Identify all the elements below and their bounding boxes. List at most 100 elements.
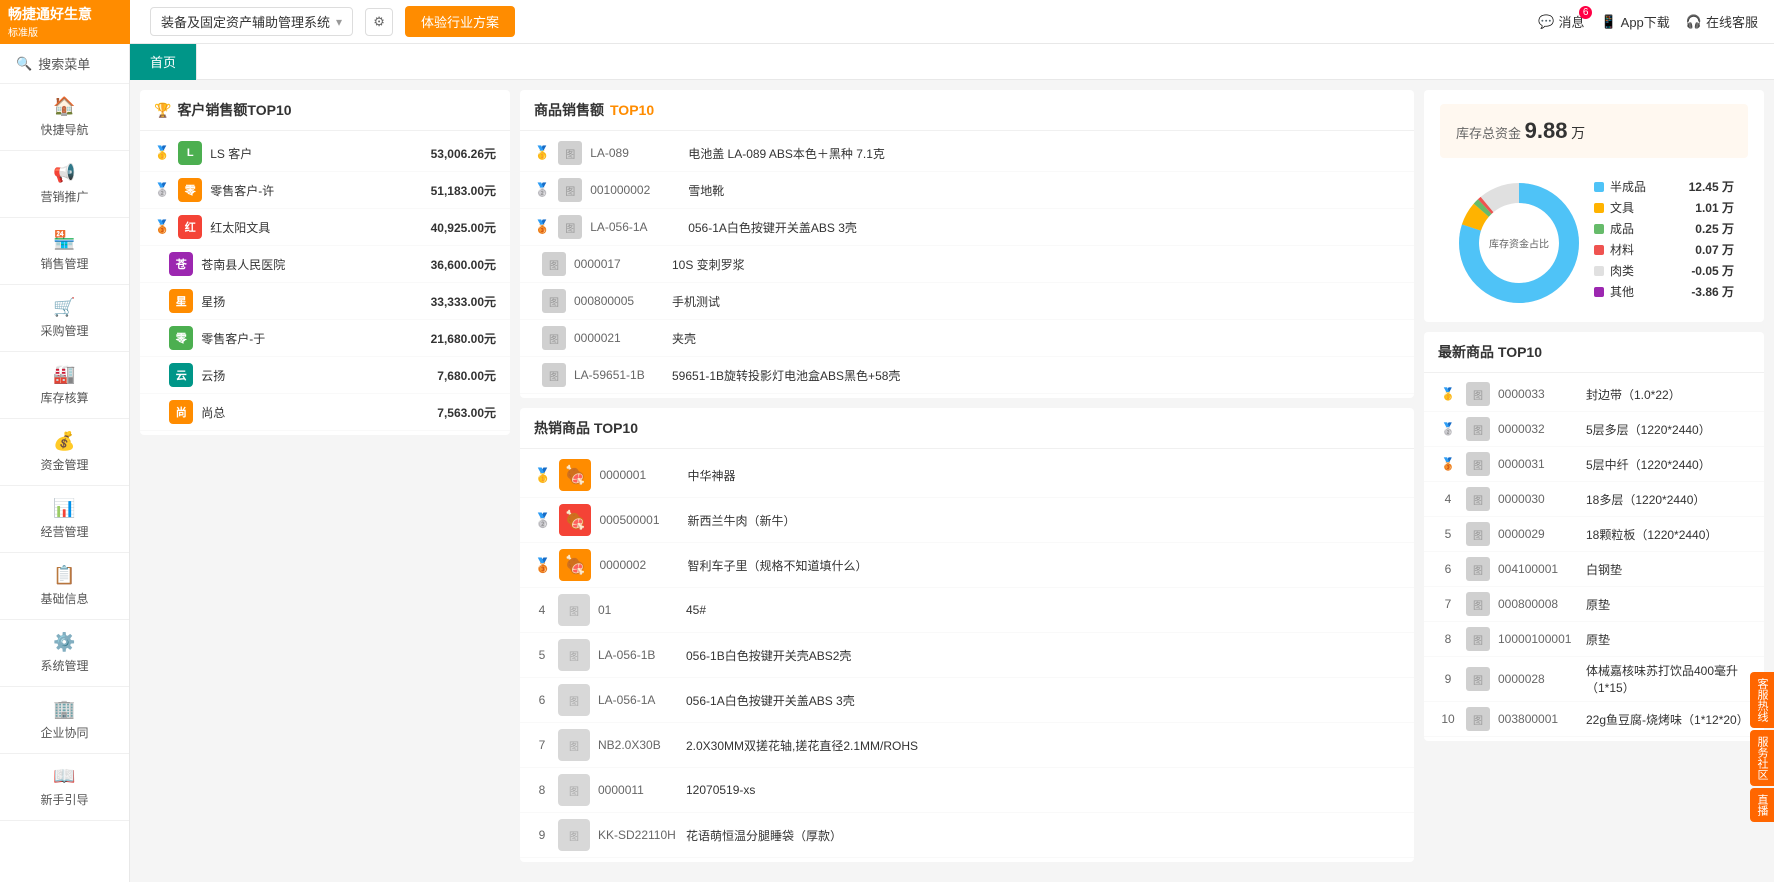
new-product-thumbnail: 图 (1466, 667, 1490, 691)
product-thumbnail: 🍖 (559, 504, 591, 536)
message-icon: 💬 (1538, 14, 1554, 30)
sidebar-item-finance[interactable]: 💰 资金管理 (0, 419, 129, 486)
money-icon: 💰 (53, 431, 75, 452)
sidebar-item-marketing[interactable]: 📢 营销推广 (0, 151, 129, 218)
cs-hotline-button[interactable]: 客服热线 (1750, 672, 1774, 728)
new-product-code: 0000030 (1498, 492, 1578, 506)
legend-category-name: 半成品 (1610, 178, 1683, 195)
legend-value: -3.86 万 (1691, 283, 1734, 300)
new-product-item: 8图10000100001原垫 (1424, 622, 1764, 657)
cs-live-button[interactable]: 直播 (1750, 788, 1774, 822)
sidebar-item-purchase[interactable]: 🛒 采购管理 (0, 285, 129, 352)
customer-avatar: 云 (169, 363, 193, 387)
product-code: 0000017 (574, 257, 664, 271)
hot-product-item: 🥇🍖0000001中华神器 (520, 453, 1414, 498)
customer-rank-item: 星星扬33,333.00元 (140, 283, 510, 320)
customer-rank-item: 苍苍南县人民医院36,600.00元 (140, 246, 510, 283)
sidebar-item-label: 销售管理 (40, 255, 88, 272)
product-thumbnail: 图 (558, 594, 590, 626)
float-customer-service: 客服热线 服务社区 直播 (1750, 672, 1774, 822)
new-product-thumbnail: 图 (1466, 707, 1490, 731)
sidebar-item-system[interactable]: ⚙️ 系统管理 (0, 620, 129, 687)
cs-community-button[interactable]: 服务社区 (1750, 730, 1774, 786)
chart-center-label: 库存资金占比 (1489, 236, 1549, 251)
hot-product-item: 🥈🍖000500001新西兰牛肉（新牛） (520, 498, 1414, 543)
product-rank-title: 商品销售额 (534, 100, 604, 120)
new-product-code: 0000033 (1498, 387, 1578, 401)
sidebar-item-basic[interactable]: 📋 基础信息 (0, 553, 129, 620)
customer-rank-list: 🥇LLS 客户53,006.26元🥈零零售客户-许51,183.00元🥉红红太阳… (140, 131, 510, 435)
product-code: 01 (598, 603, 678, 617)
customer-name: LS 客户 (210, 145, 422, 162)
inventory-label: 库存总资金 (1456, 126, 1521, 141)
new-product-name: 体械嘉核味苏打饮品400毫升（1*15） (1586, 662, 1750, 696)
new-product-item: 🥉图00000315层中纤（1220*2440） (1424, 447, 1764, 482)
customer-avatar: L (178, 141, 202, 165)
tab-home[interactable]: 首页 (130, 44, 197, 80)
warehouse-icon: 🏭 (53, 364, 75, 385)
rank-trophy: 🥇 (534, 467, 551, 484)
rank-trophy: 4 (534, 603, 550, 617)
legend-item: 材料0.07 万 (1594, 241, 1734, 258)
app-download-button[interactable]: 📱 App下载 (1600, 12, 1669, 31)
settings-button[interactable]: ⚙ (365, 8, 393, 36)
sidebar-item-label: 采购管理 (40, 322, 88, 339)
new-product-item: 10图00380000122g鱼豆腐-烧烤味（1*12*20） (1424, 702, 1764, 737)
hot-products-title: 热销商品 TOP10 (534, 418, 638, 438)
search-menu-button[interactable]: 🔍 搜索菜单 (0, 44, 129, 84)
rank-trophy (154, 257, 161, 272)
rank-trophy: 5 (534, 648, 550, 662)
new-product-thumbnail: 图 (1466, 627, 1490, 651)
try-button[interactable]: 体验行业方案 (405, 6, 515, 37)
building-icon: 🏢 (53, 699, 75, 720)
cart-icon: 🛒 (53, 297, 75, 318)
new-product-item: 7图000800008原垫 (1424, 587, 1764, 622)
product-thumbnail: 图 (542, 252, 566, 276)
product-name: 中华神器 (687, 467, 1400, 484)
hot-product-item: 9图KK-SD22110H花语萌恒温分腿睡袋（厚款） (520, 813, 1414, 858)
product-code: LA-056-1B (598, 648, 678, 662)
sidebar-item-label: 基础信息 (40, 590, 88, 607)
sidebar-item-operation[interactable]: 📊 经营管理 (0, 486, 129, 553)
sidebar-item-guide[interactable]: 📖 新手引导 (0, 754, 129, 821)
new-product-item: 🥈图00000325层多层（1220*2440） (1424, 412, 1764, 447)
hot-products-card: 热销商品 TOP10 🥇🍖0000001中华神器🥈🍖000500001新西兰牛肉… (520, 408, 1414, 862)
product-code: 000500001 (599, 513, 679, 527)
product-rank-item: 图0000021夹壳 (520, 320, 1414, 357)
system-selector[interactable]: 装备及固定资产辅助管理系统 ▾ (150, 7, 353, 36)
gear-icon: ⚙️ (53, 632, 75, 653)
product-name: 056-1A白色按键开关盖ABS 3壳 (688, 219, 1400, 236)
rank-trophy (154, 294, 161, 309)
rank-trophy: 7 (534, 738, 550, 752)
product-thumbnail: 图 (558, 774, 590, 806)
message-button[interactable]: 💬 消息 6 (1538, 12, 1584, 31)
new-product-thumbnail: 图 (1466, 452, 1490, 476)
new-product-rank: 8 (1438, 632, 1458, 646)
sidebar-item-enterprise[interactable]: 🏢 企业协同 (0, 687, 129, 754)
customer-rank-item: 🥇LLS 客户53,006.26元 (140, 135, 510, 172)
product-name: 电池盖 LA-089 ABS本色＋黑种 7.1克 (688, 145, 1400, 162)
product-rank-item: 🥈图001000002雪地靴 (520, 172, 1414, 209)
sidebar-item-inventory[interactable]: 🏭 库存核算 (0, 352, 129, 419)
legend-value: -0.05 万 (1691, 262, 1734, 279)
inventory-amount: 9.88 (1525, 118, 1568, 143)
sidebar-item-label: 库存核算 (40, 389, 88, 406)
new-product-item: 9图0000028体械嘉核味苏打饮品400毫升（1*15） (1424, 657, 1764, 702)
sidebar-item-sales[interactable]: 🏪 销售管理 (0, 218, 129, 285)
new-product-code: 10000100001 (1498, 632, 1578, 646)
rank-trophy: 8 (534, 783, 550, 797)
sidebar-item-quick-nav[interactable]: 🏠 快捷导航 (0, 84, 129, 151)
sidebar-item-label: 新手引导 (40, 791, 88, 808)
new-products-title: 最新商品 TOP10 (1438, 342, 1542, 362)
sidebar-item-label: 企业协同 (40, 724, 88, 741)
new-product-thumbnail: 图 (1466, 522, 1490, 546)
product-name: 智利车子里（规格不知道填什么） (687, 557, 1400, 574)
customer-name: 零售客户-于 (201, 330, 422, 347)
product-code: NB2.0X30B (598, 738, 678, 752)
customer-rank-item: 云云扬7,680.00元 (140, 357, 510, 394)
new-product-rank: 4 (1438, 492, 1458, 506)
online-service-button[interactable]: 🎧 在线客服 (1686, 12, 1758, 31)
customer-name: 零售客户-许 (210, 182, 422, 199)
new-product-name: 5层多层（1220*2440） (1586, 421, 1750, 438)
inventory-card: 库存总资金 9.88 万 (1424, 90, 1764, 322)
